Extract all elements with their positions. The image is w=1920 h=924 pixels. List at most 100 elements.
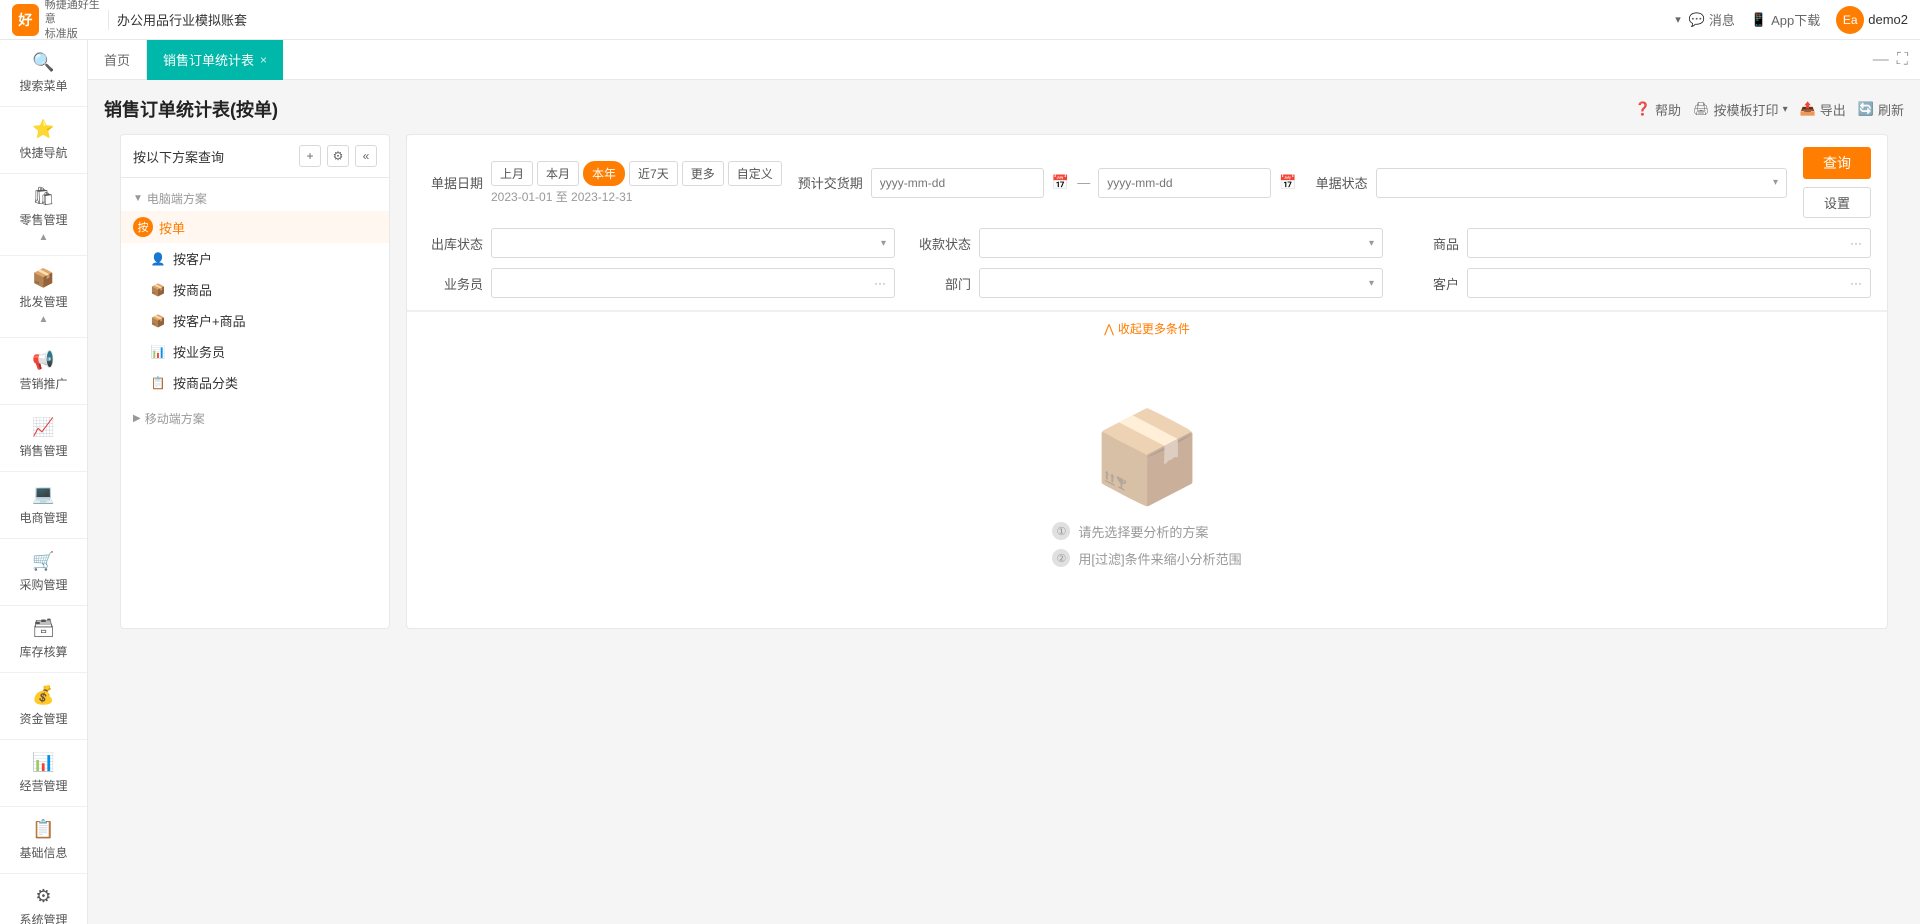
tab-sales-order-stats[interactable]: 销售订单统计表 × — [147, 40, 283, 80]
expected-date-start-input[interactable] — [871, 168, 1044, 198]
customer-icon: 👤 — [149, 250, 167, 268]
left-panel-title: 按以下方案查询 — [133, 147, 291, 166]
query-button[interactable]: 查询 — [1803, 147, 1871, 179]
scheme-item-by-order[interactable]: 按 按单 — [121, 211, 389, 243]
empty-state: 📦 ① 请先选择要分析的方案 ② 用[过滤]条件来缩小分析范围 — [407, 345, 1887, 628]
date-btn-this-year[interactable]: 本年 — [583, 161, 625, 186]
left-panel: 按以下方案查询 + ⚙ « ▼ 电脑端方案 — [120, 134, 390, 629]
message-icon: 💬 — [1689, 12, 1705, 28]
inventory-icon: 🗃 — [32, 618, 55, 639]
calendar-end-icon: 📅 — [1279, 174, 1296, 191]
scheme-item-by-customer[interactable]: 👤 按客户 — [121, 243, 389, 274]
salesperson-dots-icon: ··· — [874, 276, 886, 290]
expected-date-end-input[interactable] — [1098, 168, 1271, 198]
empty-tip-1: ① 请先选择要分析的方案 — [1052, 522, 1241, 541]
settings-scheme-button[interactable]: ⚙ — [327, 145, 349, 167]
tab-home[interactable]: 首页 — [88, 40, 147, 80]
salesperson-filter-label: 业务员 — [423, 274, 483, 293]
delivery-status-label: 出库状态 — [423, 234, 483, 253]
goods-category-icon: 📋 — [149, 374, 167, 392]
help-button[interactable]: ❓ 帮助 — [1635, 100, 1681, 119]
sidebar-item-inventory[interactable]: 🗃 库存核算 — [0, 606, 87, 673]
bill-status-dropdown-icon: ▾ — [1773, 177, 1778, 188]
user-profile[interactable]: Ea demo2 — [1836, 6, 1908, 34]
date-range-separator: — — [1077, 175, 1090, 190]
goods-select[interactable]: ··· — [1467, 228, 1871, 258]
topbar-divider — [108, 10, 109, 30]
sidebar-item-basic[interactable]: 📋 基础信息 — [0, 807, 87, 874]
payment-status-select[interactable]: ▾ — [979, 228, 1383, 258]
search-icon: 🔍 — [32, 52, 54, 73]
delivery-status-select[interactable]: ▾ — [491, 228, 895, 258]
date-btn-last-7days[interactable]: 近7天 — [629, 161, 678, 186]
sidebar-item-operation[interactable]: 📊 经营管理 — [0, 740, 87, 807]
mobile-icon: 📱 — [1751, 12, 1767, 28]
sidebar-item-wholesale[interactable]: 📦 批发管理 ▲ — [0, 256, 87, 338]
customer-dots-icon: ··· — [1850, 276, 1862, 290]
message-button[interactable]: 💬 消息 — [1689, 10, 1735, 29]
sidebar-item-sales[interactable]: 📈 销售管理 — [0, 405, 87, 472]
content-area: 首页 销售订单统计表 × — ⛶ 销售订单统计表(按单) ❓ 帮助 — [88, 40, 1920, 924]
department-dropdown-icon: ▾ — [1369, 278, 1374, 289]
payment-status-label: 收款状态 — [911, 234, 971, 253]
date-btn-custom[interactable]: 自定义 — [728, 161, 782, 186]
app-download-button[interactable]: 📱 App下载 — [1751, 10, 1820, 29]
bill-status-select[interactable]: ▾ — [1376, 168, 1787, 198]
settings-button[interactable]: 设置 — [1803, 187, 1871, 218]
collapse-panel-button[interactable]: « — [355, 145, 377, 167]
customer-select[interactable]: ··· — [1467, 268, 1871, 298]
sidebar-item-purchase[interactable]: 🛒 采购管理 — [0, 539, 87, 606]
system-icon: ⚙ — [35, 886, 51, 907]
department-filter: 部门 ▾ — [911, 268, 1383, 298]
scheme-item-by-salesperson[interactable]: 📊 按业务员 — [121, 336, 389, 367]
bill-status-filter: 单据状态 ▾ — [1308, 168, 1787, 198]
sidebar-item-marketing[interactable]: 📢 营销推广 — [0, 338, 87, 405]
date-btn-this-month[interactable]: 本月 — [537, 161, 579, 186]
window-minimize-icon[interactable]: — — [1873, 51, 1889, 69]
collapse-up-icon: ⋀ — [1104, 322, 1114, 336]
salesperson-select[interactable]: ··· — [491, 268, 895, 298]
date-filter-label: 单据日期 — [423, 173, 483, 192]
export-button[interactable]: 📤 导出 — [1800, 100, 1846, 119]
sidebar-item-search[interactable]: 🔍 搜索菜单 — [0, 40, 87, 107]
refresh-button[interactable]: 🔄 刷新 — [1858, 100, 1904, 119]
page-header: 销售订单统计表(按单) ❓ 帮助 🖨 按模板打印 ▾ 📤 导出 — [104, 96, 1904, 122]
goods-filter: 商品 ··· — [1399, 228, 1871, 258]
query-buttons: 查询 设置 — [1803, 147, 1871, 218]
sidebar-item-system[interactable]: ⚙ 系统管理 — [0, 874, 87, 924]
tip-num-2: ② — [1052, 549, 1070, 567]
filter-area: 单据日期 上月 本月 本年 近7天 更多 自定义 — [407, 135, 1887, 311]
print-icon: 🖨 — [1693, 101, 1710, 117]
topbar-dropdown-icon[interactable]: ▾ — [1675, 13, 1681, 26]
sidebar-item-finance[interactable]: 💰 资金管理 — [0, 673, 87, 740]
page-title: 销售订单统计表(按单) — [104, 96, 278, 122]
tab-close-icon[interactable]: × — [260, 53, 267, 67]
mobile-scheme-group: ▶ 移动端方案 — [121, 406, 389, 431]
goods-filter-label: 商品 — [1399, 234, 1459, 253]
scheme-item-by-goods-category[interactable]: 📋 按商品分类 — [121, 367, 389, 398]
add-scheme-button[interactable]: + — [299, 145, 321, 167]
export-icon: 📤 — [1800, 101, 1816, 117]
main-content-wrapper: 按以下方案查询 + ⚙ « ▼ 电脑端方案 — [104, 134, 1904, 645]
empty-tips: ① 请先选择要分析的方案 ② 用[过滤]条件来缩小分析范围 — [1052, 522, 1241, 568]
date-btn-last-month[interactable]: 上月 — [491, 161, 533, 186]
print-button[interactable]: 🖨 按模板打印 ▾ — [1693, 100, 1788, 119]
sidebar-item-ecommerce[interactable]: 💻 电商管理 — [0, 472, 87, 539]
mobile-collapse-arrow-icon: ▶ — [133, 413, 141, 424]
department-select[interactable]: ▾ — [979, 268, 1383, 298]
salesperson-filter: 业务员 ··· — [423, 268, 895, 298]
scheme-item-by-customer-goods[interactable]: 📦 按客户+商品 — [121, 305, 389, 336]
customer-filter: 客户 ··· — [1399, 268, 1871, 298]
delivery-status-filter: 出库状态 ▾ — [423, 228, 895, 258]
filter-row-1: 单据日期 上月 本月 本年 近7天 更多 自定义 — [423, 147, 1871, 218]
print-dropdown-icon: ▾ — [1783, 104, 1788, 115]
empty-illustration: 📦 — [1091, 405, 1203, 510]
date-btn-more[interactable]: 更多 — [682, 161, 724, 186]
sidebar-item-quicknav[interactable]: ⭐ 快捷导航 — [0, 107, 87, 174]
operation-icon: 📊 — [32, 752, 54, 773]
collapse-more-conditions-button[interactable]: ⋀ 收起更多条件 — [407, 311, 1887, 345]
window-maximize-icon[interactable]: ⛶ — [1897, 51, 1908, 69]
scheme-item-by-goods[interactable]: 📦 按商品 — [121, 274, 389, 305]
logo-text: 畅捷通好生意 标准版 — [45, 0, 100, 41]
sidebar-item-retail[interactable]: 🛍 零售管理 ▲ — [0, 174, 87, 256]
